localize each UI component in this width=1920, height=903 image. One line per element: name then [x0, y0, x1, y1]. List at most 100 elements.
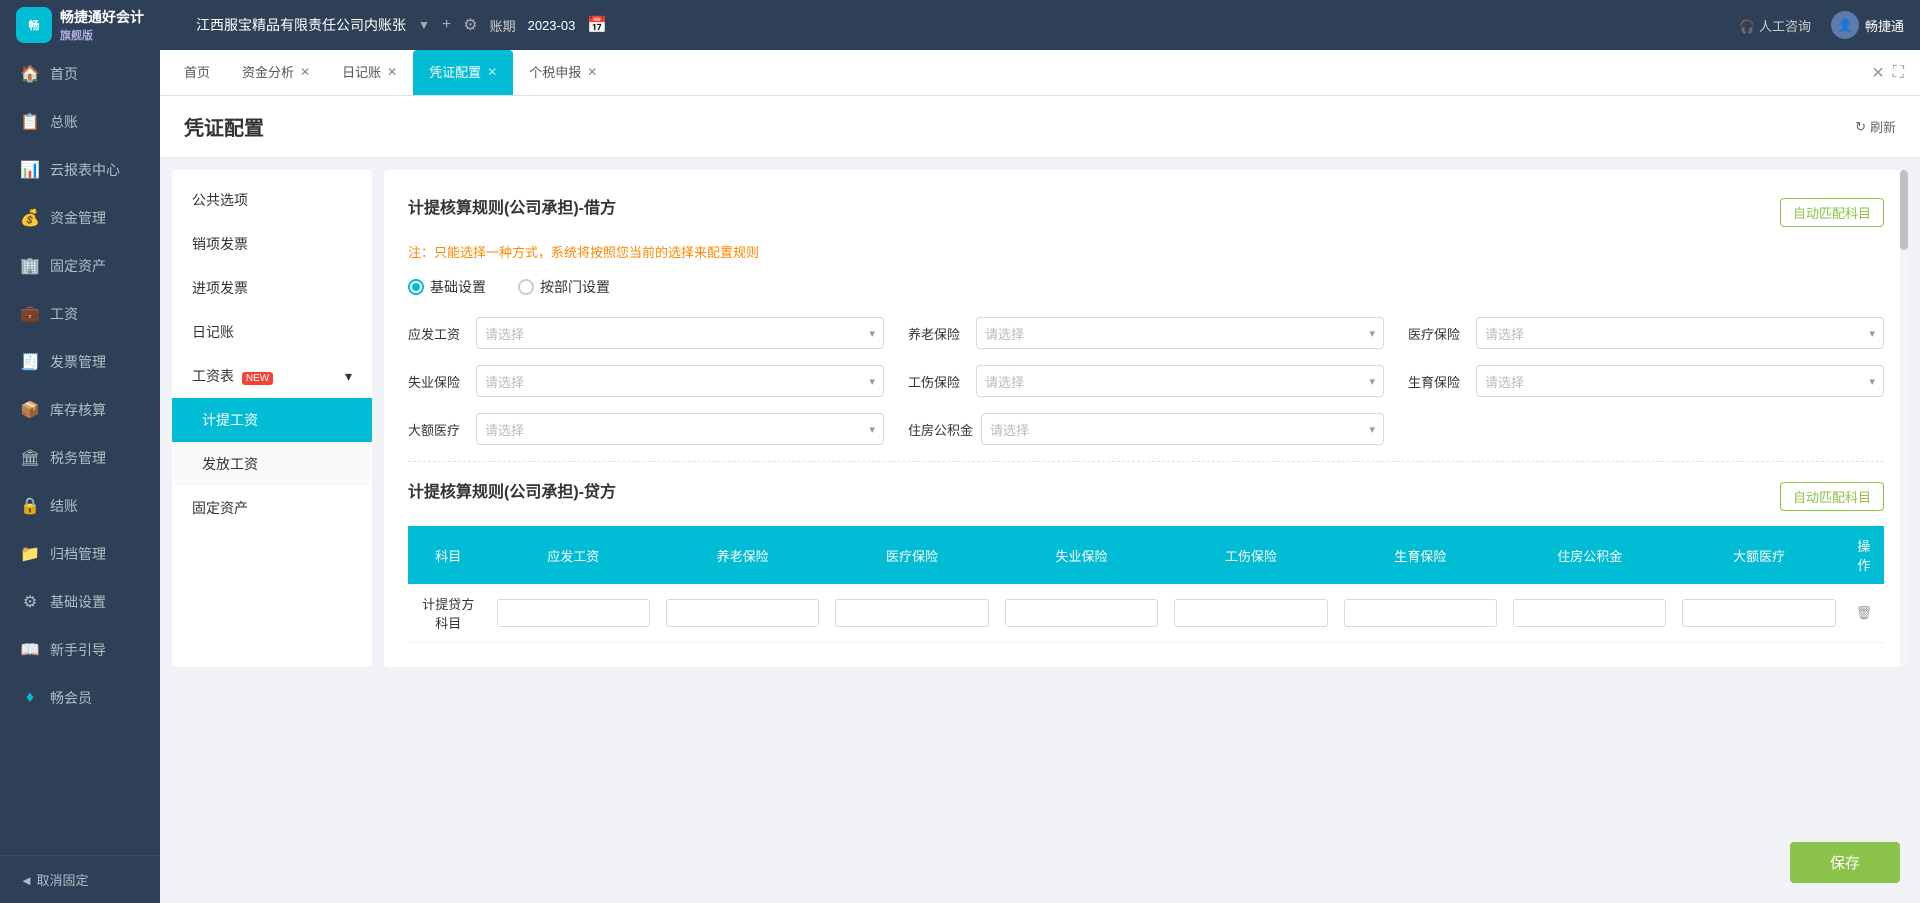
- left-nav-purchase[interactable]: 进项发票: [172, 266, 372, 310]
- form-label-dae: 大额医疗: [408, 420, 468, 439]
- right-content: 计提核算规则(公司承担)-借方 自动匹配科目 注：只能选择一种方式，系统将按照您…: [384, 170, 1908, 667]
- sidebar-item-label: 归档管理: [50, 544, 106, 564]
- tab-close-diary[interactable]: ✕: [387, 65, 397, 79]
- form-select-yanglao[interactable]: 请选择 ▾: [976, 317, 1384, 349]
- debit-auto-match-btn[interactable]: 自动匹配科目: [1780, 198, 1884, 227]
- left-nav-salary-pay[interactable]: 发放工资: [172, 442, 372, 486]
- input-shiye[interactable]: [1005, 599, 1158, 627]
- add-company-btn[interactable]: +: [442, 16, 451, 34]
- select-arrow: ▾: [869, 375, 875, 388]
- save-button[interactable]: 保存: [1790, 842, 1900, 883]
- cell-yingfa: [489, 584, 658, 643]
- maximize-icon[interactable]: ⛶: [1893, 64, 1904, 82]
- sidebar-item-label: 固定资产: [50, 256, 106, 276]
- company-dropdown-arrow[interactable]: ▼: [418, 18, 430, 32]
- input-shengyu[interactable]: [1344, 599, 1497, 627]
- tab-tax[interactable]: 个税申报 ✕: [513, 50, 613, 95]
- sidebar-item-tax[interactable]: 🏛 税务管理: [0, 434, 160, 482]
- col-subject: 科目: [408, 526, 489, 584]
- tab-home[interactable]: 首页: [168, 50, 226, 95]
- sidebar-item-home[interactable]: 🏠 首页: [0, 50, 160, 98]
- cancel-fixed-label: ◄ 取消固定: [20, 870, 88, 889]
- tab-voucher[interactable]: 凭证配置 ✕: [413, 50, 513, 95]
- left-nav-public[interactable]: 公共选项: [172, 178, 372, 222]
- calendar-icon[interactable]: 📅: [587, 15, 607, 35]
- input-gongshang[interactable]: [1174, 599, 1327, 627]
- left-nav: 公共选项 销项发票 进项发票 日记账 工资表: [172, 170, 372, 667]
- cell-housing: [1505, 584, 1674, 643]
- form-select-housing[interactable]: 请选择 ▾: [981, 413, 1384, 445]
- sidebar-item-settings[interactable]: ⚙ 基础设置: [0, 578, 160, 626]
- scrollbar-thumb[interactable]: [1900, 170, 1908, 250]
- page-title: 凭证配置: [184, 112, 264, 141]
- table-header-row: 科目 应发工资 养老保险 医疗保险 失业保险 工伤保险 生育保险 住房公积金 大…: [408, 526, 1884, 584]
- form-select-gongshang[interactable]: 请选择 ▾: [976, 365, 1384, 397]
- sidebar-item-close[interactable]: 🔒 结账: [0, 482, 160, 530]
- col-yiliao: 医疗保险: [827, 526, 996, 584]
- tab-close-capital[interactable]: ✕: [300, 65, 310, 79]
- col-action: 操作: [1844, 526, 1884, 584]
- gear-icon: ⚙: [20, 592, 40, 612]
- form-item-dae: 大额医疗 请选择 ▾: [408, 413, 884, 445]
- tab-close-tax[interactable]: ✕: [587, 65, 597, 79]
- user-avatar[interactable]: 👤 畅捷通: [1831, 11, 1904, 39]
- sidebar-item-capital[interactable]: 💰 资金管理: [0, 194, 160, 242]
- form-select-dae[interactable]: 请选择 ▾: [476, 413, 884, 445]
- form-label-shiye: 失业保险: [408, 372, 468, 391]
- expand-icon: ▾: [345, 368, 352, 385]
- sidebar-item-reports[interactable]: 📊 云报表中心: [0, 146, 160, 194]
- sidebar-item-label: 总账: [50, 112, 78, 132]
- input-housing[interactable]: [1513, 599, 1666, 627]
- input-yingfa[interactable]: [497, 599, 650, 627]
- input-yiliao[interactable]: [835, 599, 988, 627]
- sidebar-item-salary[interactable]: 💼 工资: [0, 290, 160, 338]
- cancel-fixed-btn[interactable]: ◄ 取消固定: [0, 855, 160, 903]
- col-housing: 住房公积金: [1505, 526, 1674, 584]
- credit-section-title: 计提核算规则(公司承担)-贷方: [408, 478, 616, 502]
- sidebar-item-guide[interactable]: 📖 新手引导: [0, 626, 160, 674]
- radio-dept-label: 按部门设置: [540, 277, 610, 297]
- tab-capital[interactable]: 资金分析 ✕: [226, 50, 326, 95]
- tab-diary[interactable]: 日记账 ✕: [326, 50, 413, 95]
- form-label-housing: 住房公积金: [908, 420, 973, 439]
- sidebar-item-invoice[interactable]: 🧾 发票管理: [0, 338, 160, 386]
- input-yanglao[interactable]: [666, 599, 819, 627]
- radio-group: 基础设置 按部门设置: [408, 277, 1884, 297]
- credit-auto-match-btn[interactable]: 自动匹配科目: [1780, 482, 1884, 511]
- input-dae[interactable]: [1682, 599, 1835, 627]
- radio-basic[interactable]: 基础设置: [408, 277, 486, 297]
- left-nav-salary-accrual[interactable]: 计提工资: [172, 398, 372, 442]
- left-nav-salary-table[interactable]: 工资表 NEW ▾: [172, 354, 372, 398]
- left-nav-diary[interactable]: 日记账: [172, 310, 372, 354]
- cell-gongshang: [1166, 584, 1335, 643]
- tab-close-voucher[interactable]: ✕: [487, 65, 497, 79]
- user-name: 畅捷通: [1865, 16, 1904, 35]
- help-btn[interactable]: 🎧 人工咨询: [1739, 16, 1811, 35]
- sidebar-item-fixed-assets[interactable]: 🏢 固定资产: [0, 242, 160, 290]
- left-nav-fixed-assets[interactable]: 固定资产: [172, 486, 372, 530]
- form-select-yiliao[interactable]: 请选择 ▾: [1476, 317, 1884, 349]
- refresh-btn[interactable]: ↻ 刷新: [1855, 117, 1896, 136]
- sidebar-item-archive[interactable]: 📁 归档管理: [0, 530, 160, 578]
- scrollbar-track[interactable]: [1900, 170, 1908, 667]
- fixed-assets-icon: 🏢: [20, 256, 40, 276]
- sidebar-item-ledger[interactable]: 📋 总账: [0, 98, 160, 146]
- main-layout: 🏠 首页 📋 总账 📊 云报表中心 💰 资金管理 🏢 固定资产 💼 工资 🧾 发…: [0, 50, 1920, 903]
- sidebar-item-member[interactable]: ♦ 畅会员: [0, 674, 160, 722]
- debit-section-title: 计提核算规则(公司承担)-借方: [408, 194, 616, 218]
- form-select-shengyu[interactable]: 请选择 ▾: [1476, 365, 1884, 397]
- form-item-yanglao: 养老保险 请选择 ▾: [908, 317, 1384, 349]
- radio-dept[interactable]: 按部门设置: [518, 277, 610, 297]
- logo: 畅 畅捷通好会计 旗舰版: [16, 7, 176, 43]
- left-nav-sales[interactable]: 销项发票: [172, 222, 372, 266]
- radio-basic-label: 基础设置: [430, 277, 486, 297]
- settings-icon[interactable]: ⚙: [463, 15, 477, 35]
- delete-row-icon[interactable]: 🗑: [1856, 605, 1873, 620]
- select-arrow: ▾: [869, 423, 875, 436]
- close-tab-icon[interactable]: ✕: [1871, 63, 1884, 83]
- form-item-shengyu: 生育保险 请选择 ▾: [1408, 365, 1884, 397]
- form-select-shiye[interactable]: 请选择 ▾: [476, 365, 884, 397]
- cell-dae: [1674, 584, 1843, 643]
- sidebar-item-inventory[interactable]: 📦 库存核算: [0, 386, 160, 434]
- form-select-yingfa[interactable]: 请选择 ▾: [476, 317, 884, 349]
